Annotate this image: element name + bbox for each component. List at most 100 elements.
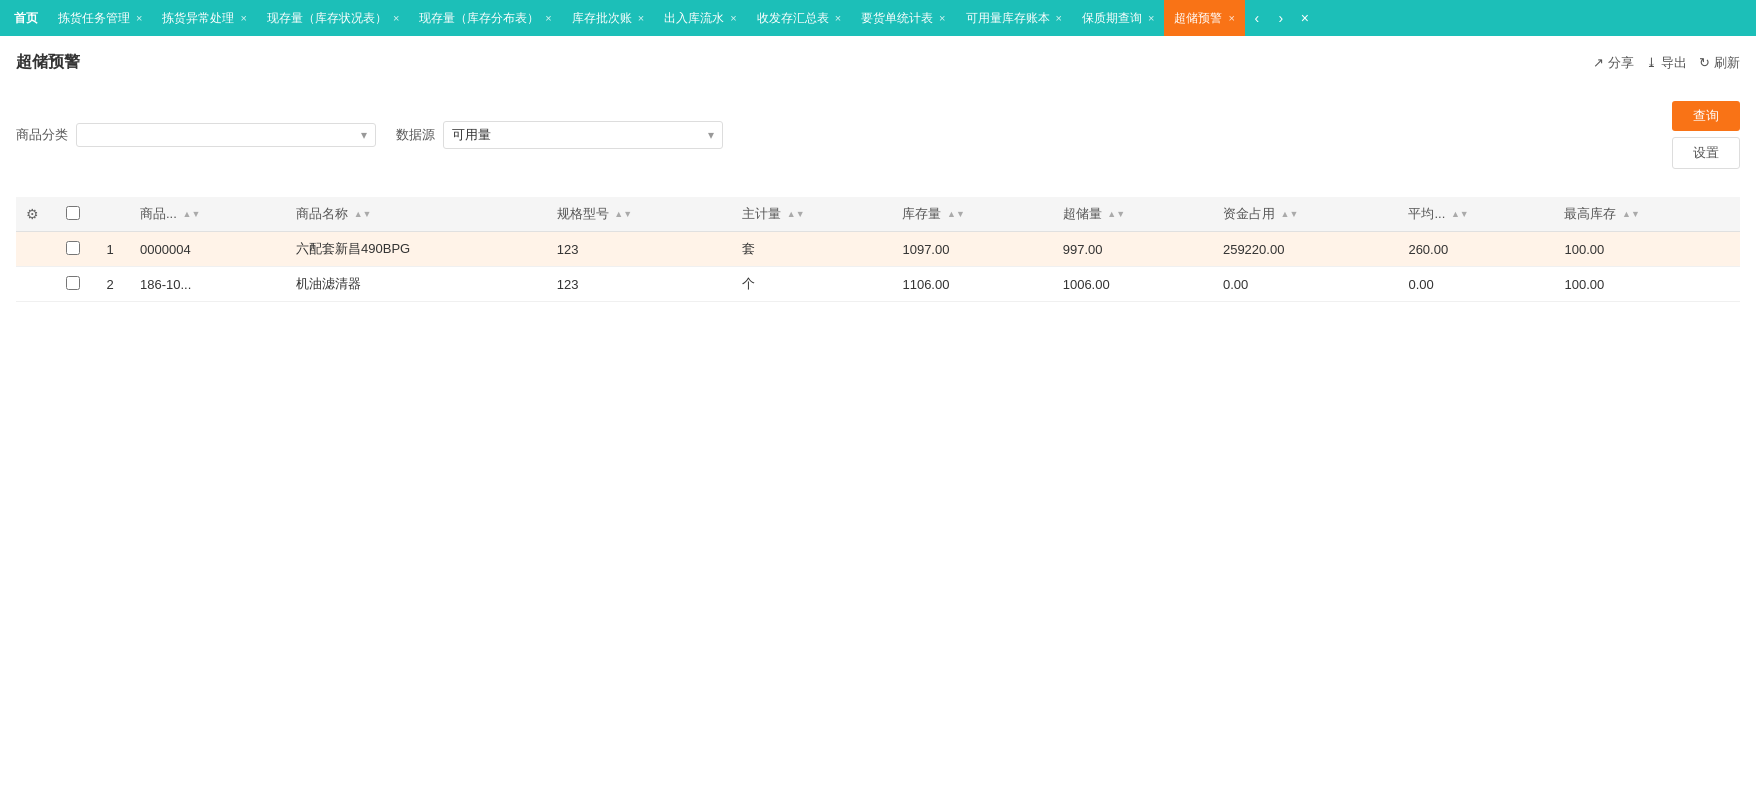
datasource-filter: 数据源 可用量 ▾ — [396, 121, 723, 149]
th-capital-used: 资金占用 ▲▼ — [1213, 197, 1398, 232]
filter-buttons: 查询 设置 — [1672, 101, 1740, 169]
tab-label: 现存量（库存分布表） — [419, 10, 539, 27]
refresh-label: 刷新 — [1714, 54, 1740, 72]
category-filter: 商品分类 ▾ — [16, 123, 376, 147]
sort-icon[interactable]: ▲▼ — [354, 210, 372, 219]
category-select[interactable]: ▾ — [76, 123, 376, 147]
row-gear-cell — [16, 232, 56, 267]
filter-area: 商品分类 ▾ 数据源 可用量 ▾ 查询 设置 — [16, 89, 1740, 181]
nav-batch-account[interactable]: 库存批次账 × — [562, 0, 654, 36]
close-icon[interactable]: × — [835, 12, 841, 24]
th-avg-label: 平均... — [1408, 206, 1445, 221]
page-actions: ↗ 分享 ⤓ 导出 ↻ 刷新 — [1593, 54, 1740, 72]
row-checkbox[interactable] — [66, 276, 80, 290]
sort-icon[interactable]: ▲▼ — [1622, 210, 1640, 219]
close-icon[interactable]: × — [939, 12, 945, 24]
refresh-button[interactable]: ↻ 刷新 — [1699, 54, 1740, 72]
row-max-stock: 100.00 — [1554, 232, 1740, 267]
th-overstock-label: 超储量 — [1063, 206, 1102, 221]
settings-button[interactable]: 设置 — [1672, 137, 1740, 169]
nav-available-account[interactable]: 可用量库存账本 × — [956, 0, 1072, 36]
nav-next-button[interactable]: › — [1269, 0, 1293, 36]
export-button[interactable]: ⤓ 导出 — [1646, 54, 1687, 72]
close-icon[interactable]: × — [1228, 12, 1234, 24]
data-table: ⚙ 商品... ▲▼ 商品名称 ▲▼ 规格型号 ▲▼ — [16, 197, 1740, 302]
nav-stock-status[interactable]: 现存量（库存状况表） × — [257, 0, 409, 36]
row-checkbox-cell — [56, 232, 90, 267]
export-icon: ⤓ — [1646, 55, 1657, 70]
th-stock-label: 库存量 — [902, 206, 941, 221]
nav-home[interactable]: 首页 — [4, 0, 48, 36]
th-max-stock-label: 最高库存 — [1564, 206, 1616, 221]
row-avg: 260.00 — [1398, 232, 1554, 267]
sort-icon[interactable]: ▲▼ — [1281, 210, 1299, 219]
close-icon[interactable]: × — [730, 12, 736, 24]
chevron-down-icon: ▾ — [708, 128, 714, 142]
row-capital-used: 259220.00 — [1213, 232, 1398, 267]
nav-pick-task[interactable]: 拣货任务管理 × — [48, 0, 152, 36]
th-max-stock: 最高库存 ▲▼ — [1554, 197, 1740, 232]
tab-label: 保质期查询 — [1082, 10, 1142, 27]
tab-label: 超储预警 — [1174, 10, 1222, 27]
close-icon[interactable]: × — [545, 12, 551, 24]
sort-icon[interactable]: ▲▼ — [614, 210, 632, 219]
chevron-down-icon: ▾ — [361, 128, 367, 142]
nav-close-all-button[interactable]: × — [1293, 0, 1317, 36]
row-max-stock: 100.00 — [1554, 267, 1740, 302]
share-button[interactable]: ↗ 分享 — [1593, 54, 1634, 72]
close-icon[interactable]: × — [1148, 12, 1154, 24]
close-icon[interactable]: × — [136, 12, 142, 24]
nav-order-stats[interactable]: 要货单统计表 × — [851, 0, 955, 36]
row-overstock: 1006.00 — [1053, 267, 1213, 302]
tab-label: 拣货任务管理 — [58, 10, 130, 27]
datasource-select[interactable]: 可用量 ▾ — [443, 121, 723, 149]
nav-prev-button[interactable]: ‹ — [1245, 0, 1269, 36]
gear-icon[interactable]: ⚙ — [26, 206, 39, 222]
th-product-name: 商品名称 ▲▼ — [286, 197, 547, 232]
select-all-checkbox[interactable] — [66, 206, 80, 220]
row-number: 1 — [90, 232, 130, 267]
th-avg: 平均... ▲▼ — [1398, 197, 1554, 232]
row-product-name: 六配套新昌490BPG — [286, 232, 547, 267]
export-label: 导出 — [1661, 54, 1687, 72]
datasource-selected-value: 可用量 — [452, 126, 491, 144]
query-button[interactable]: 查询 — [1672, 101, 1740, 131]
row-checkbox[interactable] — [66, 241, 80, 255]
share-icon: ↗ — [1593, 55, 1604, 70]
th-gear: ⚙ — [16, 197, 56, 232]
row-product-code: 0000004 — [130, 232, 286, 267]
row-product-code: 186-10... — [130, 267, 286, 302]
nav-overstock-warning[interactable]: 超储预警 × — [1164, 0, 1244, 36]
close-icon[interactable]: × — [393, 12, 399, 24]
sort-icon[interactable]: ▲▼ — [1451, 210, 1469, 219]
datasource-label: 数据源 — [396, 126, 435, 144]
sort-icon[interactable]: ▲▼ — [182, 210, 200, 219]
page-header: 超储预警 ↗ 分享 ⤓ 导出 ↻ 刷新 — [16, 52, 1740, 73]
nav-inout-flow[interactable]: 出入库流水 × — [654, 0, 746, 36]
row-stock: 1106.00 — [892, 267, 1052, 302]
row-unit: 个 — [732, 267, 892, 302]
sort-icon[interactable]: ▲▼ — [1107, 210, 1125, 219]
nav-shelf-life[interactable]: 保质期查询 × — [1072, 0, 1164, 36]
th-num — [90, 197, 130, 232]
row-capital-used: 0.00 — [1213, 267, 1398, 302]
page-container: 超储预警 ↗ 分享 ⤓ 导出 ↻ 刷新 商品分类 ▾ 数据源 — [0, 36, 1756, 800]
sort-icon[interactable]: ▲▼ — [787, 210, 805, 219]
close-icon[interactable]: × — [1056, 12, 1062, 24]
row-spec: 123 — [547, 232, 732, 267]
table-row: 1 0000004 六配套新昌490BPG 123 套 1097.00 997.… — [16, 232, 1740, 267]
th-overstock: 超储量 ▲▼ — [1053, 197, 1213, 232]
tab-label: 要货单统计表 — [861, 10, 933, 27]
close-icon[interactable]: × — [638, 12, 644, 24]
th-spec: 规格型号 ▲▼ — [547, 197, 732, 232]
category-label: 商品分类 — [16, 126, 68, 144]
nav-stock-dist[interactable]: 现存量（库存分布表） × — [409, 0, 561, 36]
th-product-name-label: 商品名称 — [296, 206, 348, 221]
th-stock: 库存量 ▲▼ — [892, 197, 1052, 232]
sort-icon[interactable]: ▲▼ — [947, 210, 965, 219]
row-unit: 套 — [732, 232, 892, 267]
close-icon[interactable]: × — [240, 12, 246, 24]
nav-recv-summary[interactable]: 收发存汇总表 × — [747, 0, 851, 36]
share-label: 分享 — [1608, 54, 1634, 72]
nav-pick-exception[interactable]: 拣货异常处理 × — [152, 0, 256, 36]
